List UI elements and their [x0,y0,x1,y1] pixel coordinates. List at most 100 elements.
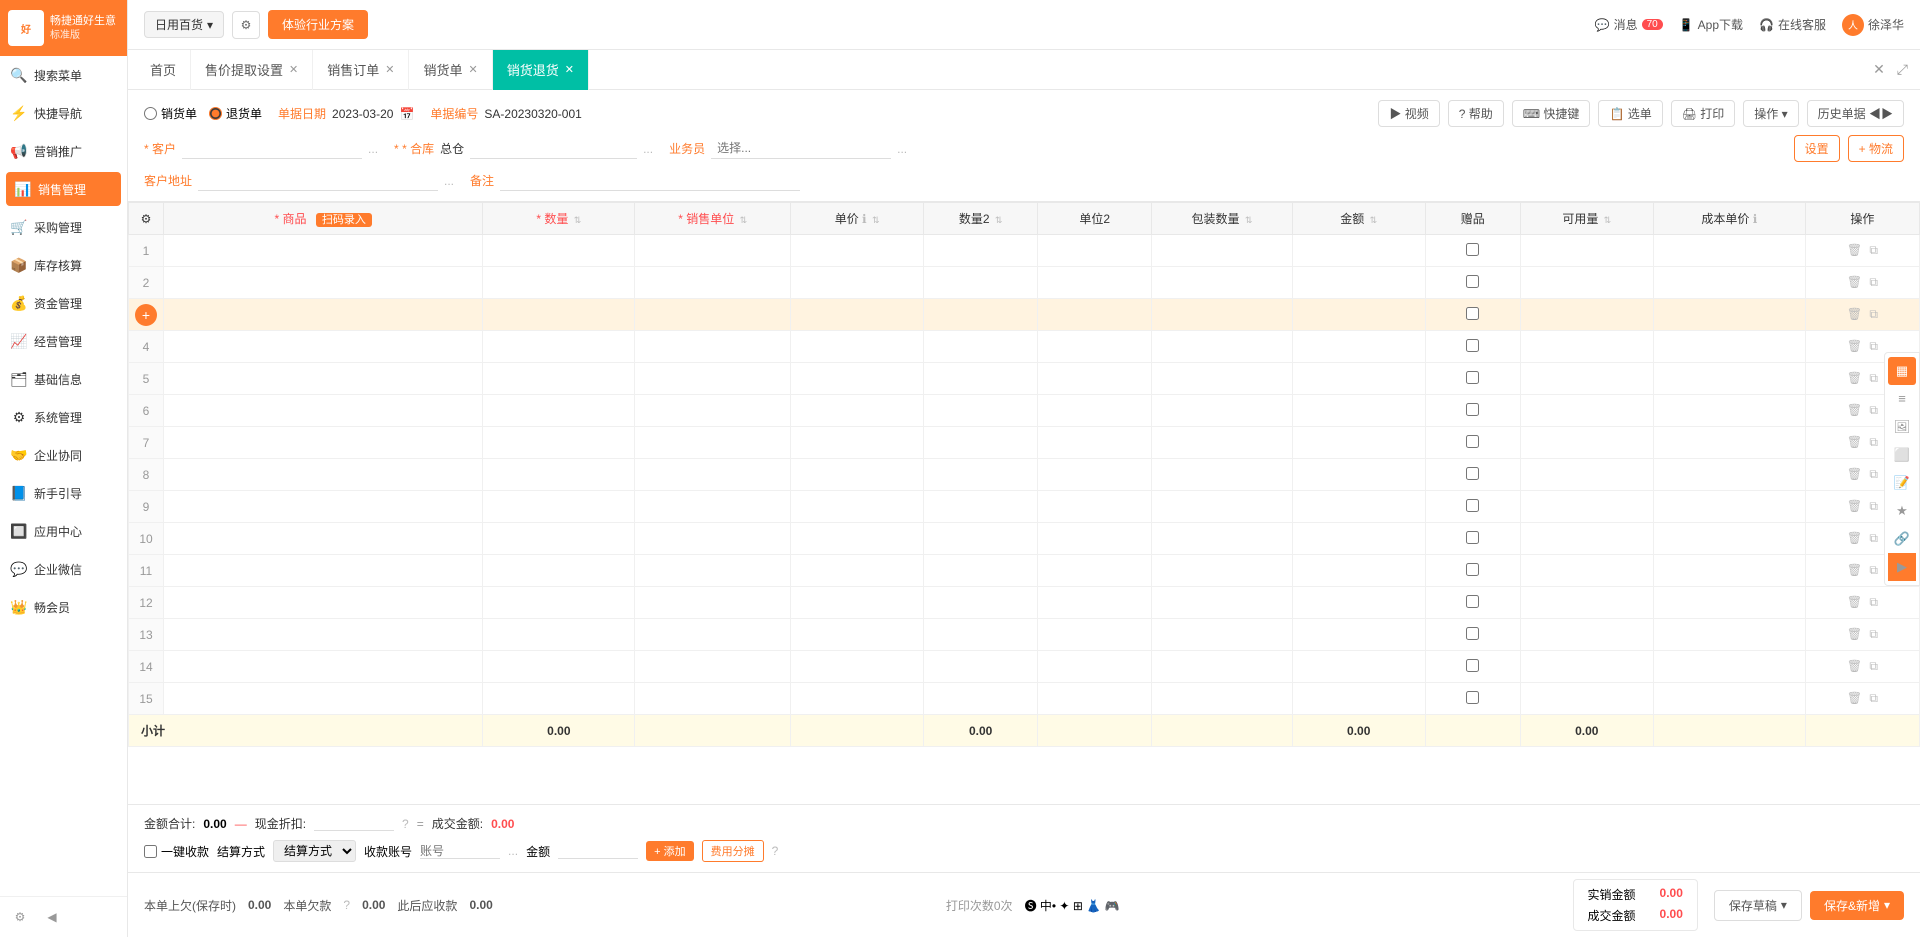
goods-input-5[interactable] [170,372,476,386]
tab-close-sales_delivery[interactable]: ✕ [469,63,478,76]
cell-avail-3[interactable] [1520,299,1653,331]
tab-sale_price[interactable]: 售价提取设置✕ [191,50,313,90]
cell-unit-10[interactable] [635,523,791,555]
cell-amount-9[interactable] [1292,491,1425,523]
sidebar-item-newguide[interactable]: 📘新手引导 [0,474,127,512]
shortcut-btn[interactable]: ⌨ 快捷键 [1512,100,1591,127]
cell-gift-7[interactable] [1425,427,1520,459]
operate-btn[interactable]: 操作 ▾ [1743,100,1798,127]
cash-discount-input[interactable] [314,816,394,831]
cell-packqty-5[interactable] [1152,363,1292,395]
sidebar-item-purchase[interactable]: 🛒采购管理 [0,208,127,246]
cell-goods-8[interactable] [164,459,483,491]
cell-qty-6[interactable] [483,395,635,427]
delete-row-btn-3[interactable]: 🗑 [1847,307,1862,321]
delete-row-btn-1[interactable]: 🗑 [1847,243,1862,257]
delete-row-btn-5[interactable]: 🗑 [1847,371,1862,385]
cell-qty-12[interactable] [483,587,635,619]
cell-goods-14[interactable] [164,651,483,683]
debt-info-icon[interactable]: ? [343,898,350,912]
cell-unit-4[interactable] [635,331,791,363]
cell-amount-12[interactable] [1292,587,1425,619]
cell-price-9[interactable] [791,491,924,523]
collapse-icon[interactable]: ◀ [40,905,64,929]
goods-input-9[interactable] [170,500,476,514]
cell-qty-10[interactable] [483,523,635,555]
float-btn-orange-action[interactable]: ▶ [1888,553,1916,581]
cell-gift-2[interactable] [1425,267,1520,299]
cell-amount-3[interactable] [1292,299,1425,331]
cell-unit2-4[interactable] [1038,331,1152,363]
cell-avail-2[interactable] [1520,267,1653,299]
tab-home[interactable]: 首页 [136,50,191,90]
select-order-btn[interactable]: 📋 选单 [1598,100,1662,127]
float-btn-table-view[interactable]: ▦ [1888,357,1916,385]
cell-amount-8[interactable] [1292,459,1425,491]
unit-price-info-icon[interactable]: ℹ [862,212,867,226]
print-btn[interactable]: 🖨 打印 [1671,100,1736,127]
float-btn-link[interactable]: 🔗 [1888,525,1916,553]
add-row-btn[interactable]: + [135,304,157,326]
cell-qty2-8[interactable] [924,459,1038,491]
cell-qty-2[interactable] [483,267,635,299]
video-btn[interactable]: ▶ 视频 [1378,100,1439,127]
delete-row-btn-8[interactable]: 🗑 [1847,467,1862,481]
cell-gift-14[interactable] [1425,651,1520,683]
cell-gift-12[interactable] [1425,587,1520,619]
settlement-select[interactable]: 结算方式 [273,840,356,862]
close-tab-icon[interactable]: ✕ [1869,59,1889,80]
cell-price-14[interactable] [791,651,924,683]
cell-avail-8[interactable] [1520,459,1653,491]
copy-row-btn-12[interactable]: ⧉ [1869,595,1878,609]
cell-goods-4[interactable] [164,331,483,363]
delete-row-btn-14[interactable]: 🗑 [1847,659,1862,673]
cell-unit2-10[interactable] [1038,523,1152,555]
copy-row-btn-15[interactable]: ⧉ [1869,691,1878,705]
goods-input-14[interactable] [170,660,476,674]
add-payment-btn[interactable]: + 添加 [646,841,694,861]
cell-qty2-13[interactable] [924,619,1038,651]
float-btn-img1[interactable]: 🖼 [1888,413,1916,441]
cell-packqty-4[interactable] [1152,331,1292,363]
breadcrumb-select[interactable]: 日用百货 ▾ [144,11,224,38]
cell-unit2-15[interactable] [1038,683,1152,715]
cell-qty2-9[interactable] [924,491,1038,523]
cell-amount-2[interactable] [1292,267,1425,299]
cell-price-4[interactable] [791,331,924,363]
cell-qty-8[interactable] [483,459,635,491]
copy-row-btn-3[interactable]: ⧉ [1869,307,1878,321]
goods-input-10[interactable] [170,532,476,546]
cell-price-12[interactable] [791,587,924,619]
cell-avail-4[interactable] [1520,331,1653,363]
cell-goods-13[interactable] [164,619,483,651]
cell-unit2-3[interactable] [1038,299,1152,331]
cell-qty-15[interactable] [483,683,635,715]
cell-goods-15[interactable] [164,683,483,715]
tab-close-sales_return[interactable]: ✕ [565,63,574,76]
address-dots[interactable]: ... [444,174,454,188]
cell-qty-14[interactable] [483,651,635,683]
cell-price-15[interactable] [791,683,924,715]
goods-input-8[interactable] [170,468,476,482]
cell-amount-11[interactable] [1292,555,1425,587]
customer-input[interactable] [182,138,362,159]
date-value[interactable]: 2023-03-20 [332,107,393,121]
cell-amount-10[interactable] [1292,523,1425,555]
address-input[interactable] [198,170,438,191]
cell-unit2-12[interactable] [1038,587,1152,619]
goods-input-4[interactable] [170,340,476,354]
cell-packqty-10[interactable] [1152,523,1292,555]
amount-input[interactable] [558,844,638,859]
cell-qty2-14[interactable] [924,651,1038,683]
cell-packqty-8[interactable] [1152,459,1292,491]
cell-qty2-11[interactable] [924,555,1038,587]
cell-unit-6[interactable] [635,395,791,427]
cell-packqty-1[interactable] [1152,235,1292,267]
cell-qty2-4[interactable] [924,331,1038,363]
cell-gift-1[interactable] [1425,235,1520,267]
cell-unit-11[interactable] [635,555,791,587]
sidebar-item-search[interactable]: 🔍搜索菜单 [0,56,127,94]
cell-goods-3[interactable] [164,299,483,331]
cell-unit-5[interactable] [635,363,791,395]
cell-gift-9[interactable] [1425,491,1520,523]
